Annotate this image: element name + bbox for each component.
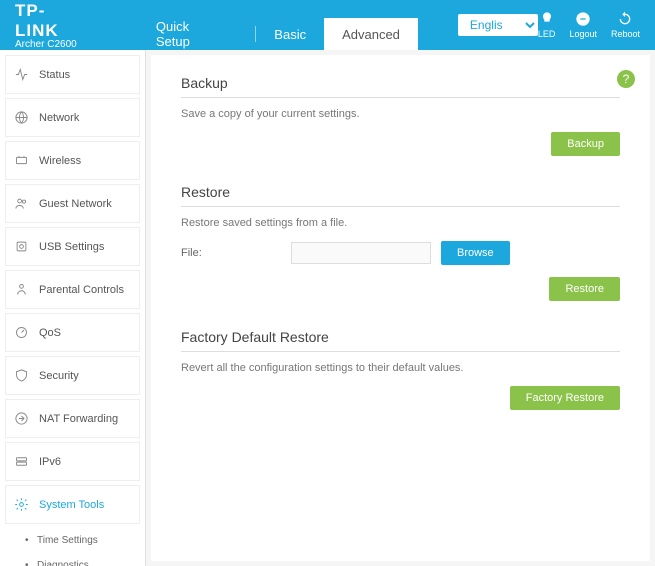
sidebar: Status Network Wireless Guest Network US… [0,50,146,566]
sidebar-item-security[interactable]: Security [5,356,140,395]
sidebar-item-ipv6[interactable]: IPv6 [5,442,140,481]
logout-button[interactable]: Logout [569,11,597,39]
sidebar-item-qos[interactable]: QoS [5,313,140,352]
file-label: File: [181,247,281,259]
header: TP-LINK Archer C2600 Quick Setup Basic A… [0,0,655,50]
nav-tabs: Quick Setup Basic Advanced [138,0,418,50]
network-icon [14,110,29,125]
status-icon [14,67,29,82]
restore-button[interactable]: Restore [549,277,620,301]
sidebar-item-guest[interactable]: Guest Network [5,184,140,223]
usb-icon [14,239,29,254]
ipv6-icon [14,454,29,469]
factory-restore-button[interactable]: Factory Restore [510,386,620,410]
language-select[interactable]: English [458,14,538,36]
file-input[interactable] [291,242,431,264]
help-button[interactable]: ? [617,70,635,88]
factory-desc: Revert all the configuration settings to… [181,362,620,374]
restore-desc: Restore saved settings from a file. [181,217,620,229]
sidebar-item-parental[interactable]: Parental Controls [5,270,140,309]
sidebar-sub-diagnostics[interactable]: Diagnostics [5,553,140,566]
tab-basic[interactable]: Basic [256,18,324,50]
factory-section: Factory Default Restore Revert all the c… [181,329,620,410]
sidebar-item-status[interactable]: Status [5,55,140,94]
brand-logo: TP-LINK [15,1,83,41]
sidebar-item-wireless[interactable]: Wireless [5,141,140,180]
reboot-button[interactable]: Reboot [611,11,640,39]
restore-section: Restore Restore saved settings from a fi… [181,184,620,301]
sidebar-item-network[interactable]: Network [5,98,140,137]
restore-title: Restore [181,184,620,207]
brand: TP-LINK Archer C2600 [15,1,83,50]
security-icon [14,368,29,383]
systools-icon [14,497,29,512]
tab-advanced[interactable]: Advanced [324,18,418,50]
backup-section: Backup Save a copy of your current setti… [181,75,620,156]
sidebar-sub-time[interactable]: Time Settings [5,528,140,553]
reboot-icon [617,11,633,27]
tab-divider [219,26,256,42]
sidebar-item-usb[interactable]: USB Settings [5,227,140,266]
wireless-icon [14,153,29,168]
led-button[interactable]: LED [538,11,556,39]
logout-icon [575,11,591,27]
sidebar-item-systools[interactable]: System Tools [5,485,140,524]
backup-title: Backup [181,75,620,98]
qos-icon [14,325,29,340]
tab-quick-setup[interactable]: Quick Setup [138,18,219,50]
parental-icon [14,282,29,297]
backup-button[interactable]: Backup [551,132,620,156]
nat-icon [14,411,29,426]
header-actions: LED Logout Reboot [538,11,640,39]
sidebar-item-nat[interactable]: NAT Forwarding [5,399,140,438]
browse-button[interactable]: Browse [441,241,510,265]
guest-icon [14,196,29,211]
backup-desc: Save a copy of your current settings. [181,108,620,120]
main-content: ? Backup Save a copy of your current set… [151,55,650,561]
factory-title: Factory Default Restore [181,329,620,352]
brand-model: Archer C2600 [15,39,83,50]
led-icon [539,11,555,27]
